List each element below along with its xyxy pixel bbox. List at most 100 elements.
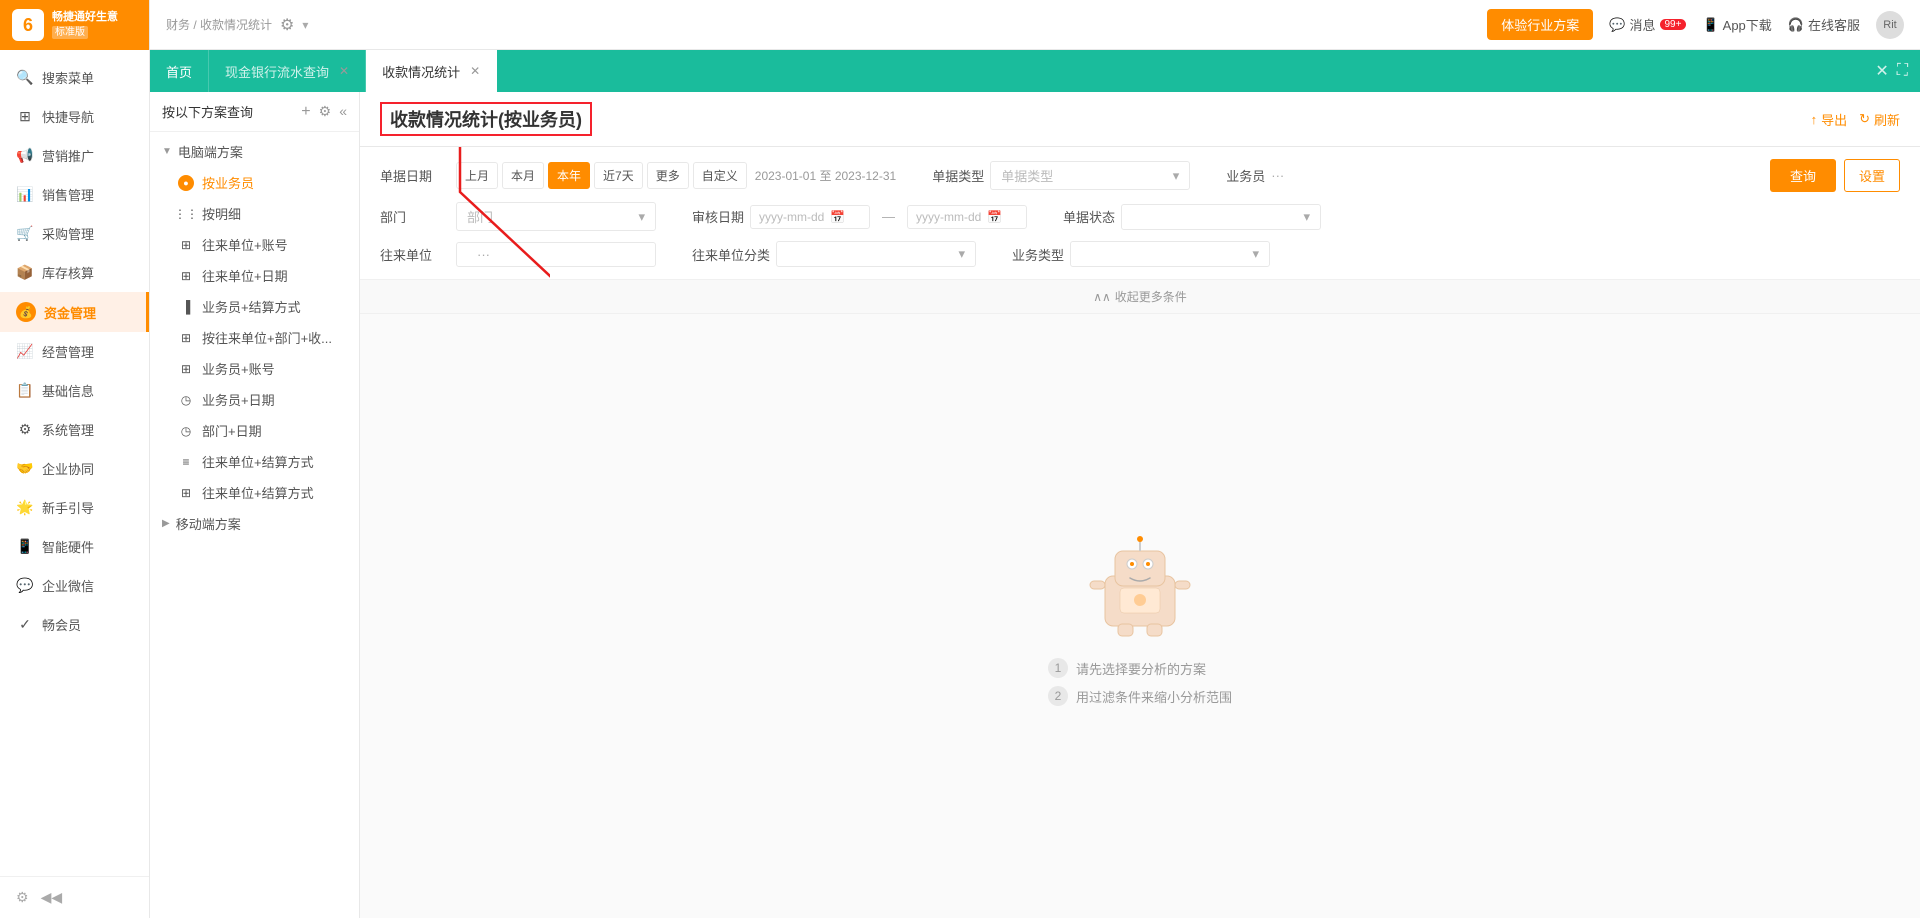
refresh-label: 刷新 bbox=[1874, 110, 1900, 129]
business-type-select[interactable]: ▾ bbox=[1070, 241, 1270, 267]
date-btn-more[interactable]: 更多 bbox=[647, 162, 689, 189]
scheme-add-icon[interactable]: + bbox=[301, 103, 310, 121]
export-icon: ↑ bbox=[1811, 112, 1818, 127]
scheme-item-bar-icon: ▐ bbox=[178, 299, 194, 315]
staff-input-group: ··· bbox=[1271, 168, 1284, 183]
sidebar-item-inventory[interactable]: 📦 库存核算 bbox=[0, 253, 149, 292]
scheme-item-partner-settle1[interactable]: ≡ 往来单位+结算方式 bbox=[150, 446, 359, 477]
date-btn-7days[interactable]: 近7天 bbox=[594, 162, 643, 189]
bill-status-label: 单据状态 bbox=[1063, 207, 1115, 226]
bill-status-select[interactable]: ▾ bbox=[1121, 204, 1321, 230]
review-date-end[interactable]: yyyy-mm-dd 📅 bbox=[907, 205, 1027, 229]
scheme-item-table4-icon: ⊞ bbox=[178, 361, 194, 377]
sidebar-item-business[interactable]: 📈 经营管理 bbox=[0, 332, 149, 371]
scheme-item-by-staff[interactable]: ● 按业务员 bbox=[150, 167, 359, 198]
sidebar-item-wechat[interactable]: 💬 企业微信 bbox=[0, 566, 149, 605]
partner-more-icon[interactable]: ··· bbox=[477, 247, 490, 262]
tab-close-all-icon[interactable]: ✕ bbox=[1875, 61, 1888, 81]
scheme-item-partner-dept[interactable]: ⊞ 按往来单位+部门+收... bbox=[150, 322, 359, 353]
tab-receipt-stats-close-icon[interactable]: ✕ bbox=[470, 64, 480, 78]
footer-settings-btn[interactable]: ⚙ bbox=[16, 889, 29, 906]
app-download-item[interactable]: 📱 App下载 bbox=[1702, 15, 1771, 34]
scheme-item-partner-settle2[interactable]: ⊞ 往来单位+结算方式 bbox=[150, 477, 359, 508]
scheme-item-dept-date[interactable]: ◷ 部门+日期 bbox=[150, 415, 359, 446]
collapse-row[interactable]: ∧∧ 收起更多条件 bbox=[360, 280, 1920, 314]
review-date-container: 审核日期 yyyy-mm-dd 📅 — yyyy-mm-dd 📅 bbox=[692, 205, 1027, 229]
scheme-item-person-icon: ● bbox=[178, 175, 194, 191]
tab-bank-flow-close-icon[interactable]: ✕ bbox=[339, 64, 349, 78]
date-btn-this-year[interactable]: 本年 bbox=[548, 162, 590, 189]
review-date-label: 审核日期 bbox=[692, 207, 744, 226]
staff-more-icon[interactable]: ··· bbox=[1271, 168, 1284, 183]
partner-select[interactable]: ··· bbox=[456, 242, 656, 267]
filter-action-buttons: 查询 设置 bbox=[1770, 159, 1900, 192]
partner-category-select[interactable]: ▾ bbox=[776, 241, 976, 267]
sidebar-item-hardware[interactable]: 📱 智能硬件 bbox=[0, 527, 149, 566]
scheme-item-by-detail[interactable]: ⋮⋮ 按明细 bbox=[150, 198, 359, 229]
scheme-group-desktop: ▼ 电脑端方案 ● 按业务员 ⋮⋮ 按明细 ⊞ 往来单位+账号 bbox=[150, 136, 359, 508]
footer-collapse-btn[interactable]: ◀◀ bbox=[41, 889, 63, 906]
review-date-start[interactable]: yyyy-mm-dd 📅 bbox=[750, 205, 870, 229]
scheme-group-mobile: ▶ 移动端方案 bbox=[150, 508, 359, 539]
scheme-item-staff-account[interactable]: ⊞ 业务员+账号 bbox=[150, 353, 359, 384]
scheme-group-desktop-header[interactable]: ▼ 电脑端方案 bbox=[150, 136, 359, 167]
tab-home[interactable]: 首页 bbox=[150, 50, 209, 92]
sidebar-item-quick-nav[interactable]: ⊞ 快捷导航 bbox=[0, 97, 149, 136]
scheme-item-label: 业务员+结算方式 bbox=[202, 297, 301, 316]
scheme-collapse-icon[interactable]: « bbox=[339, 103, 347, 121]
sidebar-item-system[interactable]: ⚙ 系统管理 bbox=[0, 410, 149, 449]
scheme-item-label: 业务员+日期 bbox=[202, 390, 275, 409]
scheme-item-staff-date[interactable]: ◷ 业务员+日期 bbox=[150, 384, 359, 415]
user-avatar[interactable]: Rit bbox=[1876, 11, 1904, 39]
scheme-group-mobile-header[interactable]: ▶ 移动端方案 bbox=[150, 508, 359, 539]
scheme-item-staff-settle[interactable]: ▐ 业务员+结算方式 bbox=[150, 291, 359, 322]
scheme-item-partner-account[interactable]: ⊞ 往来单位+账号 bbox=[150, 229, 359, 260]
scheme-item-label: 往来单位+日期 bbox=[202, 266, 288, 285]
sidebar-item-sales[interactable]: 📊 销售管理 bbox=[0, 175, 149, 214]
sidebar-item-label: 经营管理 bbox=[42, 342, 94, 361]
scheme-item-partner-date[interactable]: ⊞ 往来单位+日期 bbox=[150, 260, 359, 291]
tab-receipt-stats-label: 收款情况统计 bbox=[382, 62, 460, 81]
date-btn-last-month[interactable]: 上月 bbox=[456, 162, 498, 189]
finance-icon: 💰 bbox=[16, 302, 36, 322]
demo-button[interactable]: 体验行业方案 bbox=[1487, 9, 1593, 40]
tab-receipt-stats[interactable]: 收款情况统计 ✕ bbox=[366, 50, 497, 92]
tab-expand-icon[interactable]: ⛶ bbox=[1897, 62, 1908, 80]
dept-select[interactable]: 部门 ▾ bbox=[456, 202, 656, 231]
tab-bank-flow[interactable]: 现金银行流水查询 ✕ bbox=[209, 50, 366, 92]
query-button[interactable]: 查询 bbox=[1770, 159, 1836, 192]
brand-tag: 标准版 bbox=[52, 26, 88, 39]
refresh-button[interactable]: ↻ 刷新 bbox=[1859, 110, 1900, 129]
scheme-item-table2-icon: ⊞ bbox=[178, 268, 194, 284]
date-btn-this-month[interactable]: 本月 bbox=[502, 162, 544, 189]
breadcrumb: 财务 / 收款情况统计 bbox=[166, 16, 272, 33]
sidebar-item-member[interactable]: ✓ 畅会员 bbox=[0, 605, 149, 644]
messages-item[interactable]: 💬 消息 99+ bbox=[1609, 15, 1686, 34]
sidebar-item-finance[interactable]: 💰 资金管理 bbox=[0, 292, 149, 332]
partner-label: 往来单位 bbox=[380, 245, 440, 264]
header-gear-icon[interactable]: ⚙ bbox=[280, 15, 294, 35]
sidebar-item-basic[interactable]: 📋 基础信息 bbox=[0, 371, 149, 410]
sidebar-item-purchase[interactable]: 🛒 采购管理 bbox=[0, 214, 149, 253]
sidebar-item-label: 智能硬件 bbox=[42, 537, 94, 556]
header-dropdown-icon[interactable]: ▾ bbox=[302, 18, 308, 32]
tab-bar-actions: ✕ ⛶ bbox=[1875, 61, 1920, 81]
partner-category-container: 往来单位分类 ▾ bbox=[692, 241, 976, 267]
scheme-panel-title: 按以下方案查询 bbox=[162, 102, 253, 121]
export-button[interactable]: ↑ 导出 bbox=[1811, 110, 1848, 129]
bill-type-value: 单据类型 bbox=[1001, 166, 1053, 185]
date-btn-custom[interactable]: 自定义 bbox=[693, 162, 747, 189]
settings-button[interactable]: 设置 bbox=[1844, 159, 1900, 192]
business-type-dropdown-icon: ▾ bbox=[1253, 246, 1260, 262]
page-header: 收款情况统计(按业务员) ↑ 导出 ↻ 刷新 bbox=[360, 92, 1920, 147]
scheme-item-table-icon: ⊞ bbox=[178, 237, 194, 253]
sidebar-item-guide[interactable]: 🌟 新手引导 bbox=[0, 488, 149, 527]
sidebar-item-search-menu[interactable]: 🔍 搜索菜单 bbox=[0, 58, 149, 97]
scheme-settings-icon[interactable]: ⚙ bbox=[319, 103, 332, 121]
bill-type-select[interactable]: 单据类型 ▾ bbox=[990, 161, 1190, 190]
filter-row-3: 往来单位 ··· 往来单位分类 ▾ 业务类型 bbox=[380, 241, 1900, 267]
sidebar-item-enterprise[interactable]: 🤝 企业协同 bbox=[0, 449, 149, 488]
staff-container: 业务员 ··· bbox=[1226, 166, 1284, 185]
online-service-item[interactable]: 🎧 在线客服 bbox=[1788, 15, 1860, 34]
sidebar-item-marketing[interactable]: 📢 营销推广 bbox=[0, 136, 149, 175]
